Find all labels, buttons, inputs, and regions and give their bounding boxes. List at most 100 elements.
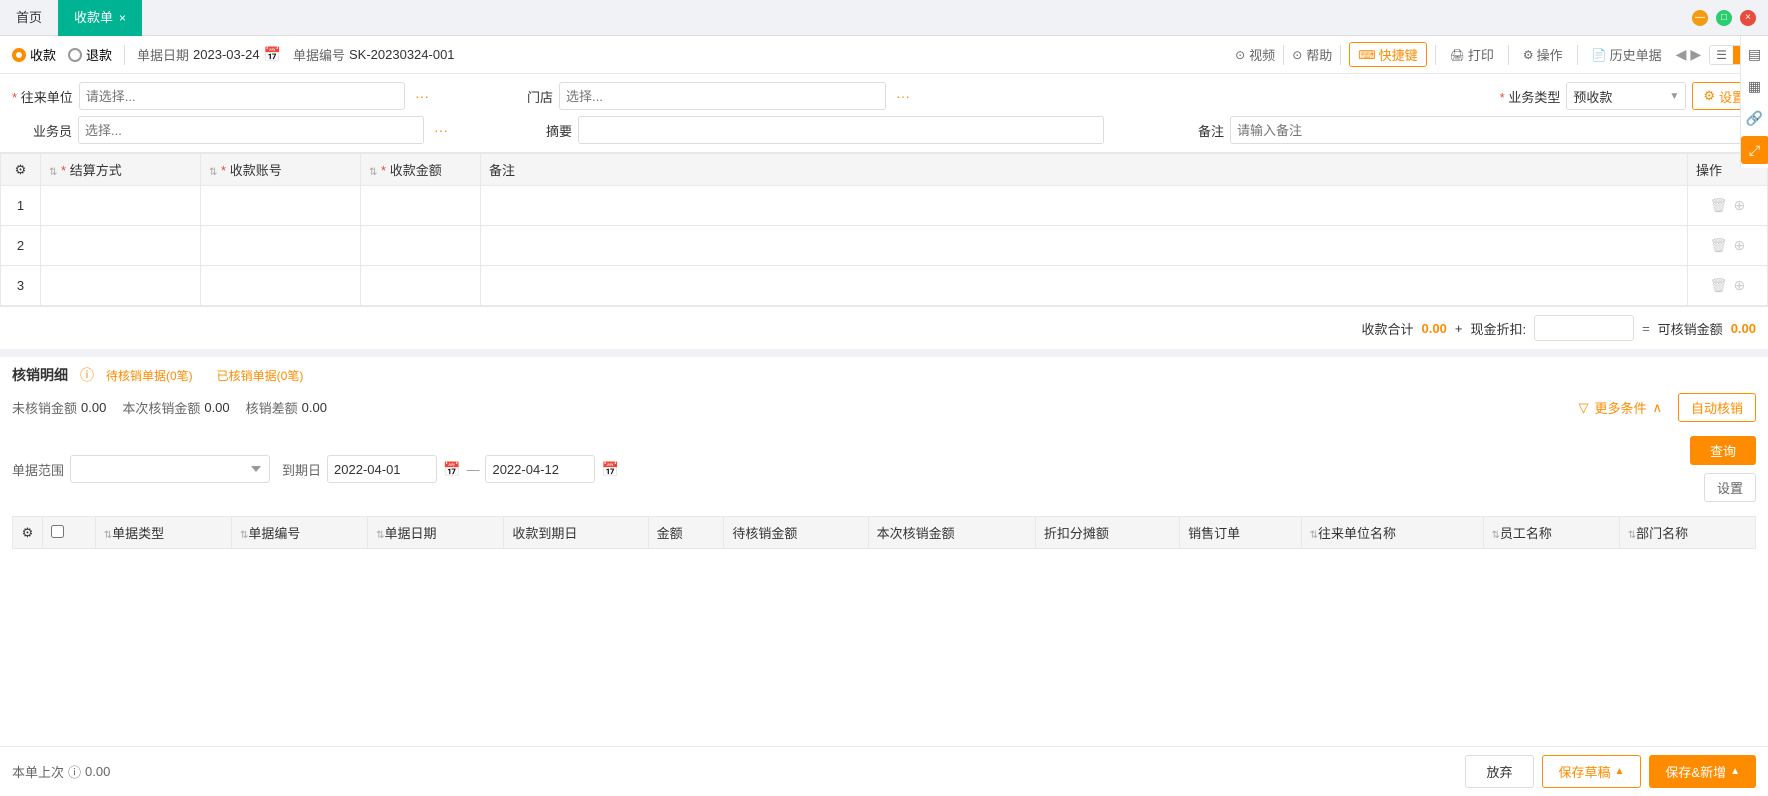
- range-select[interactable]: [70, 455, 270, 483]
- window-controls: — □ ×: [1692, 10, 1768, 26]
- toolbar: 收款 退款 单据日期 2023-03-24 📅 单据编号 SK-20230324…: [0, 36, 1768, 74]
- filter-settings-button[interactable]: 设置: [1704, 473, 1756, 502]
- filter-icon: ▽: [1578, 400, 1588, 416]
- next-btn[interactable]: ▶: [1690, 46, 1701, 63]
- calendar-to-icon[interactable]: 📅: [601, 461, 618, 478]
- staff-input[interactable]: [78, 116, 424, 144]
- operations-btn[interactable]: ⚙ 操作: [1517, 43, 1569, 66]
- filter-row: 单据范围 到期日 📅 — 📅 查询 设置: [12, 430, 1756, 508]
- row-delete-icon[interactable]: 🗑: [1710, 197, 1728, 214]
- business-type-select[interactable]: 预收款 ▼: [1566, 82, 1686, 110]
- query-button[interactable]: 查询: [1690, 436, 1756, 465]
- row-amount[interactable]: [361, 186, 481, 226]
- row-account[interactable]: [201, 266, 361, 306]
- row-remark[interactable]: [481, 226, 1688, 266]
- number-field: 单据编号 SK-20230324-001: [293, 45, 455, 64]
- shop-more-icon[interactable]: ···: [892, 88, 914, 104]
- date-from-input[interactable]: [327, 455, 437, 483]
- discount-input[interactable]: [1534, 315, 1634, 341]
- equals-sign: =: [1642, 321, 1650, 336]
- more-conditions-btn[interactable]: ▽ 更多条件 ∧: [1578, 398, 1662, 417]
- business-type-label: * 业务类型: [1500, 87, 1561, 106]
- tab-close-icon[interactable]: ×: [119, 0, 126, 36]
- maximize-button[interactable]: □: [1716, 10, 1732, 26]
- row-remark[interactable]: [481, 266, 1688, 306]
- right-sidebar: ▤ ▦ 🔗 ⤢: [1740, 36, 1768, 168]
- abandon-button[interactable]: 放弃: [1465, 755, 1533, 788]
- sidebar-icon-2[interactable]: ▦: [1741, 72, 1768, 100]
- bottom-info-value: 0.00: [85, 764, 110, 779]
- pending-tab[interactable]: 待核销单据(0笔): [106, 367, 193, 384]
- close-button[interactable]: ×: [1740, 10, 1756, 26]
- shop-input[interactable]: [559, 82, 886, 110]
- row-delete-icon[interactable]: 🗑: [1710, 277, 1728, 294]
- table-row: 2 🗑 ⊕: [1, 226, 1768, 266]
- form-row-1: * 往来单位 ··· 门店 ··· * 业务类型 预收款 ▼ ⚙ 设置: [12, 82, 1756, 110]
- uncancelled-stat: 未核销金额 0.00: [12, 398, 106, 417]
- row-delete-icon[interactable]: 🗑: [1710, 237, 1728, 254]
- save-new-btn-arrow: ▲: [1730, 766, 1740, 777]
- th-doc-due: 收款到期日: [504, 517, 648, 549]
- video-btn[interactable]: ⊙ 视频: [1235, 45, 1275, 64]
- history-btn[interactable]: 📄 历史单据: [1586, 43, 1668, 66]
- date-to-input[interactable]: [485, 455, 595, 483]
- row-copy-icon[interactable]: ⊕: [1734, 237, 1746, 254]
- divider-1: [124, 45, 125, 65]
- help-btn[interactable]: ⊙ 帮助: [1292, 45, 1332, 64]
- table-row: 1 🗑 ⊕: [1, 186, 1768, 226]
- th-settings[interactable]: ⚙: [1, 154, 41, 186]
- detail-table: ⚙ ⇅单据类型 ⇅单据编号 ⇅单据日期 收款到期日 金额 待核销金额 本次核销金…: [12, 516, 1756, 549]
- row-copy-icon[interactable]: ⊕: [1734, 277, 1746, 294]
- total-label: 收款合计: [1362, 319, 1414, 338]
- date-value: 2023-03-24: [193, 47, 260, 62]
- staff-more-icon[interactable]: ···: [430, 122, 452, 138]
- tab-home[interactable]: 首页: [0, 0, 58, 36]
- row-account[interactable]: [201, 226, 361, 266]
- calendar-from-icon[interactable]: 📅: [443, 461, 460, 478]
- calendar-icon[interactable]: 📅: [264, 46, 281, 63]
- radio-receive[interactable]: 收款: [12, 45, 56, 64]
- row-amount[interactable]: [361, 226, 481, 266]
- row-settle[interactable]: [41, 266, 201, 306]
- list-view-btn[interactable]: ☰: [1710, 46, 1733, 64]
- row-copy-icon[interactable]: ⊕: [1734, 197, 1746, 214]
- shortcut-btn[interactable]: ⌨ 快捷键: [1349, 42, 1426, 67]
- sidebar-icon-3[interactable]: 🔗: [1741, 104, 1768, 132]
- print-btn[interactable]: 🖨 打印: [1444, 43, 1500, 66]
- th-checkbox[interactable]: ⚙: [13, 517, 43, 549]
- diff-value: 0.00: [302, 400, 327, 415]
- row-account[interactable]: [201, 186, 361, 226]
- bottom-info-icon[interactable]: ⓘ: [68, 762, 81, 781]
- th-checkbox-all[interactable]: [43, 517, 96, 549]
- sidebar-icon-4[interactable]: ⤢: [1741, 136, 1768, 164]
- sidebar-icon-1[interactable]: ▤: [1741, 40, 1768, 68]
- done-tab[interactable]: 已核销单据(0笔): [217, 367, 304, 384]
- auto-cancel-button[interactable]: 自动核销: [1678, 393, 1756, 422]
- row-settle[interactable]: [41, 186, 201, 226]
- tab-receipt[interactable]: 收款单 ×: [58, 0, 142, 36]
- detail-table-wrap: ⚙ ⇅单据类型 ⇅单据编号 ⇅单据日期 收款到期日 金额 待核销金额 本次核销金…: [12, 516, 1756, 738]
- radio-receive-circle: [12, 48, 26, 62]
- row-remark[interactable]: [481, 186, 1688, 226]
- due-label: 到期日: [282, 460, 321, 479]
- th-doc-type: ⇅单据类型: [95, 517, 231, 549]
- row-settle[interactable]: [41, 226, 201, 266]
- summary-input[interactable]: [578, 116, 1104, 144]
- save-new-button[interactable]: 保存&新增 ▲: [1649, 755, 1756, 788]
- staff-label: 业务员: [12, 121, 72, 140]
- prev-btn[interactable]: ◀: [1676, 46, 1687, 63]
- radio-refund[interactable]: 退款: [68, 45, 112, 64]
- summary-field: 摘要: [512, 116, 1104, 144]
- row-num: 2: [1, 226, 41, 266]
- row-amount[interactable]: [361, 266, 481, 306]
- toolbar-right: ⊙ 视频 ⊙ 帮助 ⌨ 快捷键 🖨 打印 ⚙ 操作 📄 历史单据 ◀ ▶ ☰ ⊞: [1235, 42, 1756, 67]
- note-input[interactable]: [1230, 116, 1756, 144]
- counterpart-more-icon[interactable]: ···: [411, 88, 433, 104]
- select-all-checkbox[interactable]: [51, 525, 64, 538]
- draft-button[interactable]: 保存草稿 ▲: [1542, 755, 1642, 788]
- minimize-button[interactable]: —: [1692, 10, 1708, 26]
- counterpart-input[interactable]: [79, 82, 405, 110]
- tab-bar: 首页 收款单 × — □ ×: [0, 0, 1768, 36]
- nuclear-info-icon[interactable]: ⓘ: [80, 365, 94, 385]
- row-ops: 🗑 ⊕: [1688, 186, 1768, 226]
